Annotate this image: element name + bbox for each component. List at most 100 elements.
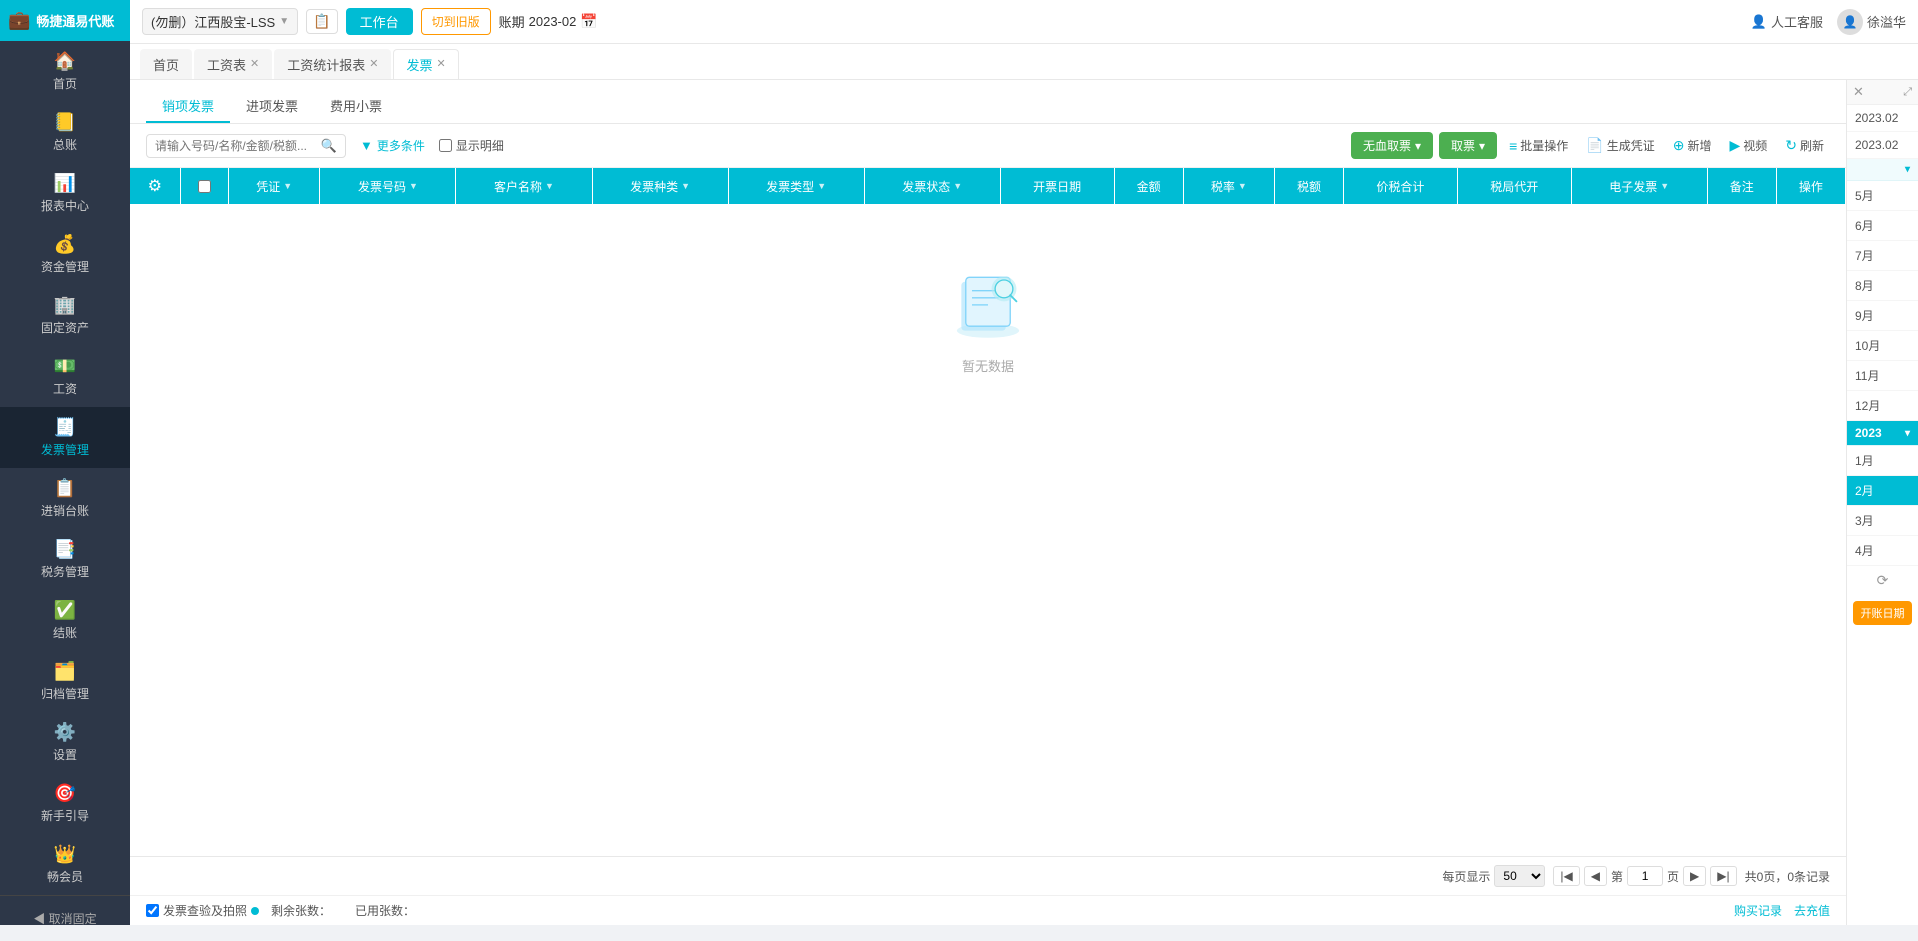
sidebar-item-report[interactable]: 📊 报表中心: [0, 163, 130, 224]
th-invoice_type[interactable]: 发票种类 ▼: [592, 168, 728, 204]
customer-filter-icon[interactable]: ▼: [545, 181, 554, 191]
tab-salary_tab[interactable]: 工资表✕: [194, 49, 272, 79]
gen-voucher-btn[interactable]: 📄 生成凭证: [1580, 134, 1660, 157]
date-year-header-2023a[interactable]: ▾: [1847, 159, 1918, 181]
invoice-verify-check[interactable]: 发票查验及拍照: [146, 902, 259, 919]
date-month-2-active[interactable]: 2月: [1847, 476, 1918, 506]
prev-page-btn[interactable]: ◀: [1584, 866, 1607, 886]
page-number-input[interactable]: [1627, 866, 1663, 886]
search-icon[interactable]: 🔍: [321, 138, 337, 154]
no-invoice-label: 无血取票: [1363, 137, 1411, 154]
sidebar-item-trade[interactable]: 📋 进销台账: [0, 468, 130, 529]
sidebar-item-asset[interactable]: 🏢 固定资产: [0, 285, 130, 346]
date-month-8[interactable]: 8月: [1847, 271, 1918, 301]
customer-service-btn[interactable]: 👤 人工客服: [1751, 12, 1823, 31]
invoice_category-filter-icon[interactable]: ▼: [817, 181, 826, 191]
search-input[interactable]: [155, 139, 316, 153]
th-tax_rate[interactable]: 税率 ▼: [1183, 168, 1274, 204]
invoice_type-filter-icon[interactable]: ▼: [681, 181, 690, 191]
invoice_no-filter-icon[interactable]: ▼: [409, 181, 418, 191]
tab-label-salary_stat_tab: 工资统计报表: [287, 55, 365, 74]
date-month-11[interactable]: 11月: [1847, 361, 1918, 391]
tab-invoice_tab[interactable]: 发票✕: [393, 49, 458, 79]
sidebar-item-member[interactable]: 👑 畅会员: [0, 834, 130, 895]
date-month-5[interactable]: 5月: [1847, 181, 1918, 211]
invoice-verify-checkbox[interactable]: [146, 904, 159, 917]
page-size-dropdown[interactable]: 20 50 100: [1494, 865, 1545, 887]
sub-tab-purchase_invoice[interactable]: 进项发票: [230, 90, 314, 123]
voucher-filter-icon[interactable]: ▼: [283, 181, 292, 191]
show-detail-checkbox[interactable]: [439, 139, 452, 152]
user-info[interactable]: 👤 徐溢华: [1837, 9, 1906, 35]
date-year-header-2023b[interactable]: 2023 ▾: [1847, 421, 1918, 446]
date-panel-close-btn[interactable]: ✕: [1853, 84, 1864, 100]
tab-salary_stat_tab[interactable]: 工资统计报表 ✕: [274, 49, 391, 79]
date-scroll-icon[interactable]: ⟳: [1877, 572, 1889, 589]
date-month-10[interactable]: 10月: [1847, 331, 1918, 361]
batch-op-btn[interactable]: ≡ 批量操作: [1503, 134, 1574, 157]
report-label: 报表中心: [41, 197, 89, 214]
tab-home_tab[interactable]: 首页: [140, 49, 192, 79]
purchase-record-link[interactable]: 购买记录: [1734, 902, 1782, 919]
date-month-6[interactable]: 6月: [1847, 211, 1918, 241]
add-btn[interactable]: ⊕ 新增: [1667, 134, 1718, 157]
year-toggle-icon-2: ▾: [1905, 428, 1910, 439]
company-selector[interactable]: (勿删）江西股宝-LSS ▼: [142, 8, 298, 35]
date-month-12[interactable]: 12月: [1847, 391, 1918, 421]
tab-close-invoice_tab[interactable]: ✕: [437, 59, 446, 70]
bottom-bar: 发票查验及拍照 剩余张数： 已用张数： 购买记录 去充值: [130, 895, 1846, 925]
th-customer[interactable]: 客户名称 ▼: [456, 168, 592, 204]
open-period-btn[interactable]: 开账日期: [1853, 601, 1912, 625]
period-calendar-icon[interactable]: 📅: [580, 13, 597, 30]
sidebar-collapse-btn[interactable]: ◀ 取消固定: [0, 904, 130, 933]
th-e_invoice[interactable]: 电子发票 ▼: [1571, 168, 1707, 204]
sidebar-item-settings[interactable]: ⚙️ 设置: [0, 712, 130, 773]
sidebar-item-settle[interactable]: ✅ 结账: [0, 590, 130, 651]
switch-old-version-btn[interactable]: 切到旧版: [421, 8, 491, 35]
settings-gear-icon[interactable]: ⚙: [148, 178, 162, 195]
sidebar-item-archive[interactable]: 🗂️ 归档管理: [0, 651, 130, 712]
date-month-4[interactable]: 4月: [1847, 536, 1918, 566]
last-page-btn[interactable]: ▶|: [1710, 866, 1736, 886]
tax_rate-filter-icon[interactable]: ▼: [1238, 181, 1247, 191]
sidebar: 💼 畅捷通易代账 🏠 首页 📒 总账 📊 报表中心 💰 资金管理 🏢 固定资产 …: [0, 0, 130, 925]
no-invoice-btn[interactable]: 无血取票 ▾: [1351, 132, 1433, 159]
date-month-3[interactable]: 3月: [1847, 506, 1918, 536]
sidebar-item-home[interactable]: 🏠 首页: [0, 41, 130, 102]
recharge-link[interactable]: 去充值: [1794, 902, 1830, 919]
workbench-btn[interactable]: 工作台: [346, 8, 413, 35]
first-page-btn[interactable]: |◀: [1553, 866, 1579, 886]
sidebar-item-tax[interactable]: 📑 税务管理: [0, 529, 130, 590]
th-invoice_category[interactable]: 发票类型 ▼: [728, 168, 864, 204]
show-detail-check[interactable]: 显示明细: [439, 137, 504, 154]
filter-btn[interactable]: ▼ 更多条件: [354, 134, 431, 157]
th-voucher[interactable]: 凭证 ▼: [229, 168, 320, 204]
sidebar-item-ledger[interactable]: 📒 总账: [0, 102, 130, 163]
copy-company-btn[interactable]: 📋: [306, 9, 337, 34]
invoice_status-filter-icon[interactable]: ▼: [953, 181, 962, 191]
refresh-btn[interactable]: ↻ 刷新: [1779, 134, 1830, 157]
date-month-7[interactable]: 7月: [1847, 241, 1918, 271]
th-tax_total: 价税合计: [1344, 168, 1458, 204]
date-month-1[interactable]: 1月: [1847, 446, 1918, 476]
sub-tab-expense_receipt[interactable]: 费用小票: [314, 90, 398, 123]
sidebar-item-invoice[interactable]: 🧾 发票管理: [0, 407, 130, 468]
tab-close-salary_stat_tab[interactable]: ✕: [369, 59, 378, 70]
date-period-item-2023-02-b[interactable]: 2023.02: [1847, 132, 1918, 159]
sub-tabs: 销项发票进项发票费用小票: [130, 80, 1846, 124]
date-panel-expand-btn[interactable]: ⤢: [1903, 86, 1912, 99]
th-invoice_no[interactable]: 发票号码 ▼: [320, 168, 456, 204]
sub-tab-sales_invoice[interactable]: 销项发票: [146, 90, 230, 123]
sidebar-item-salary[interactable]: 💵 工资: [0, 346, 130, 407]
video-btn[interactable]: ▶ 视频: [1723, 134, 1773, 157]
e_invoice-filter-icon[interactable]: ▼: [1660, 181, 1669, 191]
date-period-item-2023-02-header[interactable]: 2023.02: [1847, 105, 1918, 132]
select-all-checkbox[interactable]: [198, 180, 211, 193]
sidebar-item-capital[interactable]: 💰 资金管理: [0, 224, 130, 285]
th-invoice_status[interactable]: 发票状态 ▼: [864, 168, 1000, 204]
next-page-btn[interactable]: ▶: [1683, 866, 1706, 886]
tab-close-salary_tab[interactable]: ✕: [250, 59, 259, 70]
date-month-9[interactable]: 9月: [1847, 301, 1918, 331]
sidebar-item-guide[interactable]: 🎯 新手引导: [0, 773, 130, 834]
take-invoice-btn[interactable]: 取票 ▾: [1439, 132, 1497, 159]
